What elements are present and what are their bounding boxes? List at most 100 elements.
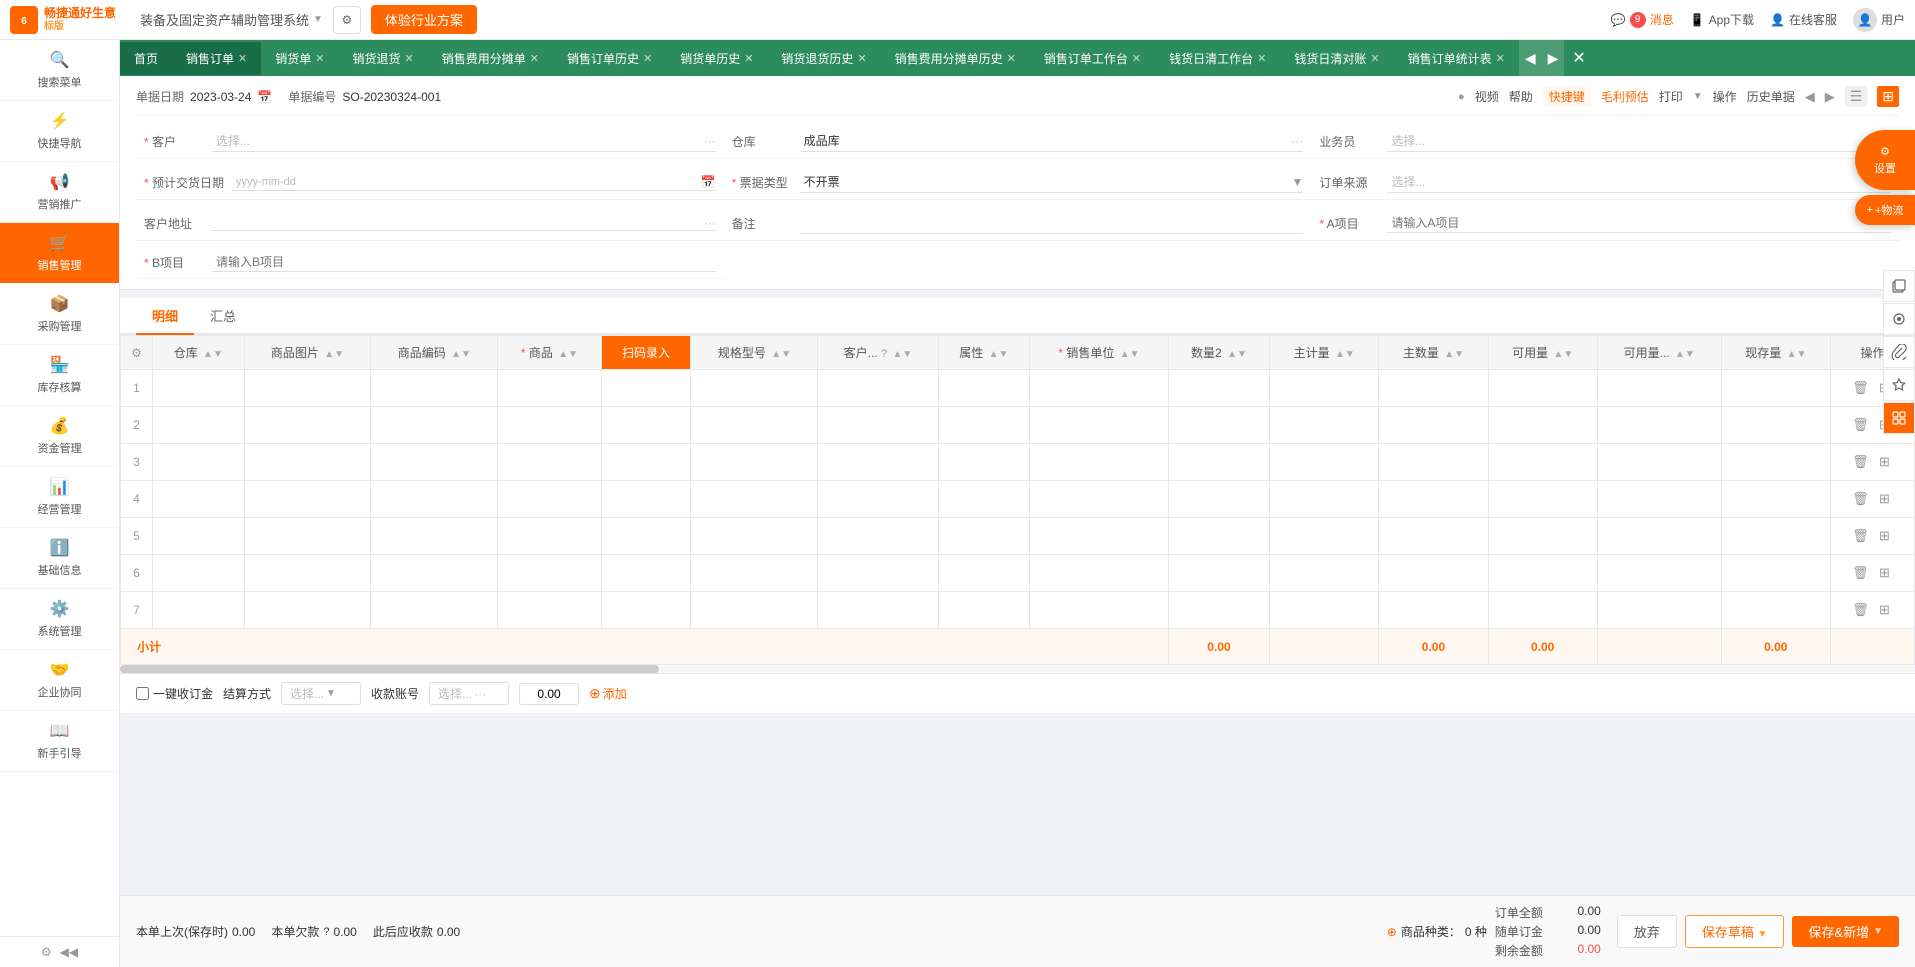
row-7-spec[interactable] [691, 592, 818, 629]
view-action[interactable]: 视频 [1475, 88, 1499, 105]
row-3-main-qty[interactable] [1379, 444, 1488, 481]
row-4-spec[interactable] [691, 481, 818, 518]
th-available[interactable]: 可用量 ▲▼ [1488, 336, 1597, 370]
dropdown-arrow-icon[interactable]: ▼ [313, 14, 323, 25]
row-2-unit[interactable] [1030, 407, 1169, 444]
account-more-icon[interactable]: ··· [474, 687, 486, 701]
help-action[interactable]: 帮助 [1509, 88, 1533, 105]
row-3-scan[interactable] [601, 444, 691, 481]
row-2-attr[interactable] [938, 407, 1030, 444]
row-2-customer-code[interactable] [818, 407, 938, 444]
row-4-image[interactable] [244, 481, 371, 518]
row-5-unit[interactable] [1030, 518, 1169, 555]
sidebar-item-marketing[interactable]: 📢 营销推广 [0, 162, 119, 223]
row-2-main-unit[interactable] [1270, 407, 1379, 444]
project-b-input[interactable] [212, 253, 716, 272]
tab-close-icon[interactable]: ✕ [1257, 52, 1266, 65]
row-7-image[interactable] [244, 592, 371, 629]
th-main-unit[interactable]: 主计量 ▲▼ [1270, 336, 1379, 370]
tab-close-all-button[interactable]: ✕ [1564, 40, 1593, 76]
row-1-spec[interactable] [691, 370, 818, 407]
row-1-code[interactable] [371, 370, 498, 407]
row-2-qty2[interactable] [1168, 407, 1269, 444]
sidebar-collapse-icon[interactable]: ◀◀ [60, 945, 78, 959]
solution-button[interactable]: 体验行业方案 [371, 5, 477, 34]
tab-daily-workbench[interactable]: 钱货日清工作台 ✕ [1155, 42, 1280, 75]
row-6-attr[interactable] [938, 555, 1030, 592]
row-7-copy-icon[interactable]: ⊞ [1874, 600, 1894, 620]
row-6-scan[interactable] [601, 555, 691, 592]
sidebar-item-enterprise[interactable]: 🤝 企业协同 [0, 650, 119, 711]
row-4-attr[interactable] [938, 481, 1030, 518]
sidebar-item-inventory[interactable]: 🏪 库存核算 [0, 345, 119, 406]
row-6-copy-icon[interactable]: ⊞ [1874, 563, 1894, 583]
history-action[interactable]: 历史单据 [1747, 88, 1795, 105]
row-3-copy-icon[interactable]: ⊞ [1874, 452, 1894, 472]
row-4-available2[interactable] [1597, 481, 1721, 518]
row-2-spec[interactable] [691, 407, 818, 444]
row-7-available[interactable] [1488, 592, 1597, 629]
row-3-spec[interactable] [691, 444, 818, 481]
warehouse-more-icon[interactable]: ··· [1291, 134, 1303, 148]
tab-detail[interactable]: 明细 [136, 298, 194, 335]
row-6-customer-code[interactable] [818, 555, 938, 592]
th-current[interactable]: 现存量 ▲▼ [1721, 336, 1830, 370]
row-6-code[interactable] [371, 555, 498, 592]
row-5-attr[interactable] [938, 518, 1030, 555]
row-6-available[interactable] [1488, 555, 1597, 592]
row-1-product[interactable] [498, 370, 601, 407]
row-6-available2[interactable] [1597, 555, 1721, 592]
th-image[interactable]: 商品图片 ▲▼ [244, 336, 371, 370]
row-3-delete-icon[interactable]: 🗑 [1850, 452, 1870, 472]
tab-expense-history[interactable]: 销售费用分摊单历史 ✕ [881, 42, 1030, 75]
save-draft-button[interactable]: 保存草稿 ▼ [1685, 915, 1785, 948]
row-4-product[interactable] [498, 481, 601, 518]
user-avatar[interactable]: 👤 用户 [1853, 8, 1905, 32]
row-4-warehouse[interactable] [153, 481, 245, 518]
delivery-input[interactable]: yyyy-mm-dd [232, 174, 701, 190]
th-customer-code[interactable]: 客户... ? ▲▼ [818, 336, 938, 370]
th-warehouse[interactable]: 仓库 ▲▼ [153, 336, 245, 370]
row-6-main-qty[interactable] [1379, 555, 1488, 592]
row-4-main-unit[interactable] [1270, 481, 1379, 518]
row-6-image[interactable] [244, 555, 371, 592]
view-toggle-list[interactable]: ☰ [1845, 86, 1868, 107]
row-5-product[interactable] [498, 518, 601, 555]
row-5-customer-code[interactable] [818, 518, 938, 555]
th-settings-icon[interactable]: ⚙ [131, 346, 142, 360]
tab-close-icon[interactable]: ✕ [315, 52, 324, 65]
discard-button[interactable]: 放弃 [1617, 915, 1677, 948]
tab-order-history[interactable]: 销售订单历史 ✕ [553, 42, 666, 75]
sidebar-item-system[interactable]: ⚙️ 系统管理 [0, 589, 119, 650]
shortcut-btn[interactable]: 快捷键 [1543, 86, 1591, 107]
row-7-main-qty[interactable] [1379, 592, 1488, 629]
row-6-spec[interactable] [691, 555, 818, 592]
tab-close-icon[interactable]: ✕ [1132, 52, 1141, 65]
row-4-qty2[interactable] [1168, 481, 1269, 518]
row-4-unit[interactable] [1030, 481, 1169, 518]
invoice-arrow-icon[interactable]: ▼ [1291, 175, 1303, 189]
row-2-code[interactable] [371, 407, 498, 444]
staff-input[interactable]: 选择... [1387, 130, 1879, 151]
view-toggle-grid[interactable]: ⊞ [1877, 86, 1899, 107]
sidebar-item-operations[interactable]: 📊 经营管理 [0, 467, 119, 528]
tab-order-workbench[interactable]: 销售订单工作台 ✕ [1030, 42, 1155, 75]
row-3-warehouse[interactable] [153, 444, 245, 481]
print-action[interactable]: 打印 [1659, 88, 1683, 105]
row-2-main-qty[interactable] [1379, 407, 1488, 444]
th-attr[interactable]: 属性 ▲▼ [938, 336, 1030, 370]
right-icon-1[interactable] [1883, 270, 1915, 302]
row-4-current[interactable] [1721, 481, 1830, 518]
row-6-product[interactable] [498, 555, 601, 592]
tab-close-icon[interactable]: ✕ [530, 52, 539, 65]
right-icon-2[interactable] [1883, 303, 1915, 335]
tab-reconciliation[interactable]: 钱货日清对账 ✕ [1280, 42, 1393, 75]
payment-method-select[interactable]: 选择... ▼ [281, 682, 361, 705]
row-1-main-unit[interactable] [1270, 370, 1379, 407]
tab-sales-return[interactable]: 销货退货 ✕ [338, 42, 427, 75]
row-3-unit[interactable] [1030, 444, 1169, 481]
row-7-code[interactable] [371, 592, 498, 629]
row-5-main-qty[interactable] [1379, 518, 1488, 555]
row-7-qty2[interactable] [1168, 592, 1269, 629]
sidebar-item-finance[interactable]: 💰 资金管理 [0, 406, 119, 467]
